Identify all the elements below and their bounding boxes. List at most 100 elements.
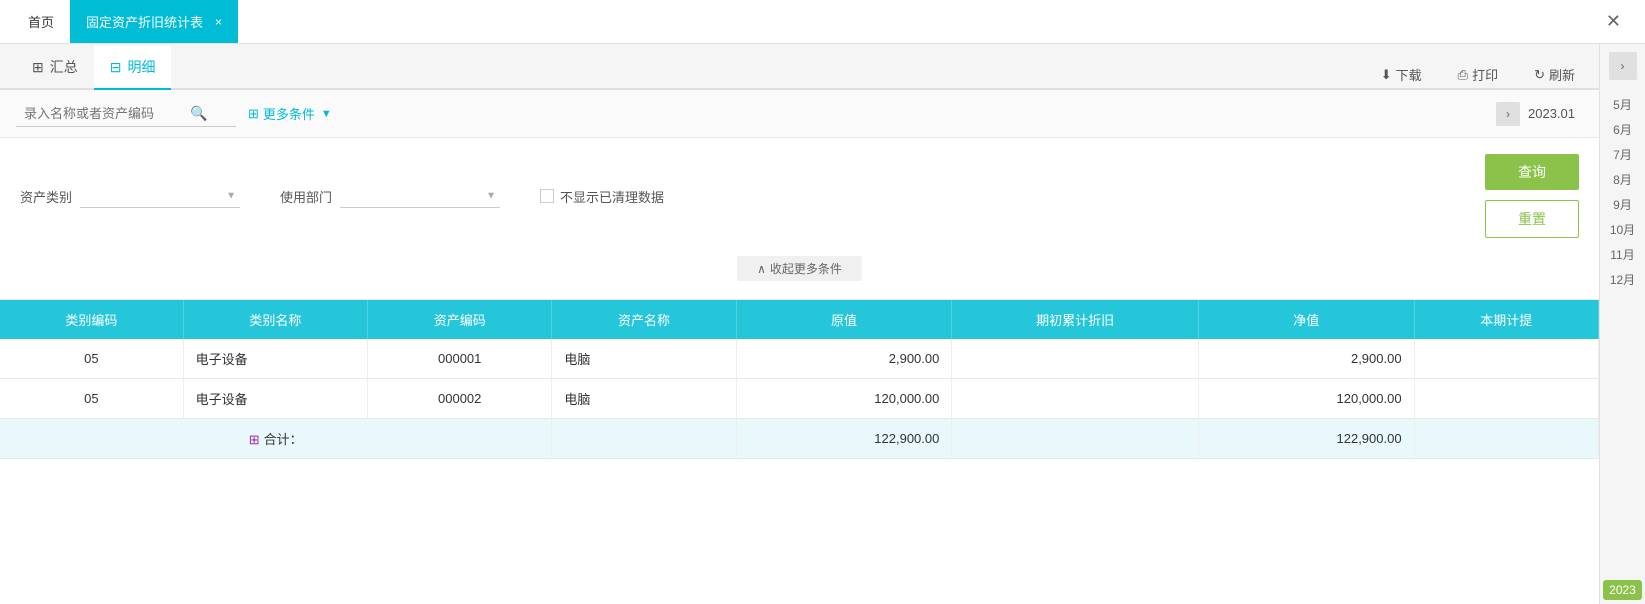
cell-current-dep bbox=[1414, 379, 1598, 419]
refresh-button[interactable]: ↻ 刷新 bbox=[1526, 61, 1583, 88]
sidebar-month-item[interactable]: 6月 bbox=[1604, 117, 1641, 142]
total-net-value: 122,900.00 bbox=[1198, 419, 1414, 459]
collapse-button[interactable]: ∧ 收起更多条件 bbox=[737, 256, 862, 281]
cell-asset-name: 电脑 bbox=[552, 379, 736, 419]
hide-cleared-label: 不显示已清理数据 bbox=[560, 187, 664, 206]
total-asset-name bbox=[552, 419, 736, 459]
asset-category-field: 资产类别 bbox=[20, 184, 240, 208]
asset-category-select[interactable] bbox=[80, 184, 240, 208]
refresh-icon: ↻ bbox=[1534, 67, 1545, 83]
filter-icon: ⊞ bbox=[248, 106, 259, 122]
print-button[interactable]: ⎙ 打印 bbox=[1450, 61, 1506, 88]
collapse-label: 收起更多条件 bbox=[770, 260, 842, 277]
tab-bar: ⊞ 汇总 ⊟ 明细 ⬇ 下载 ⎙ 打印 ↻ 刷新 bbox=[0, 44, 1599, 90]
col-asset-code: 资产编码 bbox=[368, 300, 552, 339]
tab-detail[interactable]: ⊟ 明细 bbox=[94, 46, 172, 90]
department-select[interactable] bbox=[340, 184, 500, 208]
total-accumulated-dep bbox=[952, 419, 1199, 459]
total-original-value: 122,900.00 bbox=[736, 419, 952, 459]
table-total-row: ⊞合计： 122,900.00 122,900.00 bbox=[0, 419, 1599, 459]
month-list: 5月6月7月8月9月10月11月12月 bbox=[1604, 92, 1641, 292]
toolbar-right: ⬇ 下载 ⎙ 打印 ↻ 刷新 bbox=[1373, 61, 1583, 88]
cell-category-code: 05 bbox=[0, 339, 183, 379]
col-category-name: 类别名称 bbox=[183, 300, 367, 339]
department-select-wrap bbox=[340, 184, 500, 208]
reset-button[interactable]: 重置 bbox=[1485, 200, 1579, 238]
cell-current-dep bbox=[1414, 339, 1598, 379]
cell-accumulated-dep bbox=[952, 339, 1199, 379]
asset-category-label: 资产类别 bbox=[20, 187, 72, 206]
summary-icon: ⊞ bbox=[32, 59, 44, 76]
total-label: ⊞合计： bbox=[0, 419, 552, 459]
main-panel: ⊞ 汇总 ⊟ 明细 ⬇ 下载 ⎙ 打印 ↻ 刷新 bbox=[0, 44, 1599, 604]
query-button[interactable]: 查询 bbox=[1485, 154, 1579, 190]
print-icon: ⎙ bbox=[1458, 67, 1468, 83]
download-icon: ⬇ bbox=[1381, 67, 1392, 83]
window-close-button[interactable]: ✕ bbox=[1594, 11, 1633, 32]
nav-tab-label: 固定资产折旧统计表 bbox=[86, 12, 203, 31]
col-asset-name: 资产名称 bbox=[552, 300, 736, 339]
search-input[interactable] bbox=[24, 106, 184, 121]
sidebar-month-item[interactable]: 11月 bbox=[1604, 242, 1641, 267]
sidebar-month-item[interactable]: 8月 bbox=[1604, 167, 1641, 192]
cell-net-value: 2,900.00 bbox=[1198, 339, 1414, 379]
col-original-value: 原值 bbox=[736, 300, 952, 339]
total-current-dep bbox=[1414, 419, 1598, 459]
table-header-row: 类别编码 类别名称 资产编码 资产名称 原值 期初累计折旧 净值 本期计提 bbox=[0, 300, 1599, 339]
tab-summary-label: 汇总 bbox=[50, 57, 78, 77]
sidebar-month-item[interactable]: 10月 bbox=[1604, 217, 1641, 242]
cell-asset-name: 电脑 bbox=[552, 339, 736, 379]
col-accumulated-dep: 期初累计折旧 bbox=[952, 300, 1199, 339]
top-nav: 首页 固定资产折旧统计表 × ✕ bbox=[0, 0, 1645, 44]
col-current-dep: 本期计提 bbox=[1414, 300, 1598, 339]
department-field: 使用部门 bbox=[280, 184, 500, 208]
col-category-code: 类别编码 bbox=[0, 300, 183, 339]
data-table: 类别编码 类别名称 资产编码 资产名称 原值 期初累计折旧 净值 本期计提 05… bbox=[0, 300, 1599, 459]
hide-cleared-field: 不显示已清理数据 bbox=[540, 187, 664, 206]
action-buttons: 查询 重置 bbox=[1485, 154, 1579, 238]
total-icon: ⊞ bbox=[249, 432, 260, 447]
sidebar-month-item[interactable]: 9月 bbox=[1604, 192, 1641, 217]
tab-summary[interactable]: ⊞ 汇总 bbox=[16, 46, 94, 90]
detail-icon: ⊟ bbox=[110, 59, 122, 76]
search-bar: 🔍 ⊞ 更多条件 ▼ › 2023.01 bbox=[0, 90, 1599, 138]
cell-original-value: 120,000.00 bbox=[736, 379, 952, 419]
tab-detail-label: 明细 bbox=[127, 57, 155, 77]
filter-label: 更多条件 bbox=[263, 104, 315, 123]
filter-row: 资产类别 使用部门 bbox=[20, 154, 1579, 238]
cell-category-code: 05 bbox=[0, 379, 183, 419]
nav-tab-close[interactable]: × bbox=[215, 15, 222, 29]
sidebar-month-item[interactable]: 7月 bbox=[1604, 142, 1641, 167]
nav-home[interactable]: 首页 bbox=[12, 0, 70, 43]
collapse-icon: ∧ bbox=[757, 262, 766, 276]
hide-cleared-checkbox[interactable] bbox=[540, 189, 554, 203]
year-badge[interactable]: 2023 bbox=[1603, 580, 1642, 600]
refresh-label: 刷新 bbox=[1549, 65, 1575, 84]
search-input-wrap: 🔍 bbox=[16, 101, 236, 127]
cell-original-value: 2,900.00 bbox=[736, 339, 952, 379]
chevron-down-icon: ▼ bbox=[321, 108, 332, 120]
filter-panel: 资产类别 使用部门 bbox=[0, 138, 1599, 300]
more-filter-button[interactable]: ⊞ 更多条件 ▼ bbox=[248, 104, 332, 123]
nav-tab-active[interactable]: 固定资产折旧统计表 × bbox=[70, 0, 238, 43]
download-label: 下载 bbox=[1396, 65, 1422, 84]
right-sidebar: › 5月6月7月8月9月10月11月12月 2023 bbox=[1599, 44, 1645, 604]
sidebar-month-item[interactable]: 12月 bbox=[1604, 267, 1641, 292]
collapse-bar: ∧ 收起更多条件 bbox=[20, 250, 1579, 291]
department-label: 使用部门 bbox=[280, 187, 332, 206]
sidebar-month-item[interactable]: 5月 bbox=[1604, 92, 1641, 117]
download-button[interactable]: ⬇ 下载 bbox=[1373, 61, 1430, 88]
search-icon[interactable]: 🔍 bbox=[190, 105, 207, 122]
sidebar-expand-arrow[interactable]: › bbox=[1609, 52, 1637, 80]
cell-accumulated-dep bbox=[952, 379, 1199, 419]
table-row: 05 电子设备 000001 电脑 2,900.00 2,900.00 bbox=[0, 339, 1599, 379]
date-navigate-button[interactable]: › bbox=[1496, 102, 1520, 126]
cell-asset-code: 000001 bbox=[368, 339, 552, 379]
cell-asset-code: 000002 bbox=[368, 379, 552, 419]
content-area: ⊞ 汇总 ⊟ 明细 ⬇ 下载 ⎙ 打印 ↻ 刷新 bbox=[0, 44, 1645, 604]
cell-category-name: 电子设备 bbox=[183, 339, 367, 379]
col-net-value: 净值 bbox=[1198, 300, 1414, 339]
asset-category-select-wrap bbox=[80, 184, 240, 208]
date-display: 2023.01 bbox=[1528, 106, 1583, 121]
print-label: 打印 bbox=[1472, 65, 1498, 84]
